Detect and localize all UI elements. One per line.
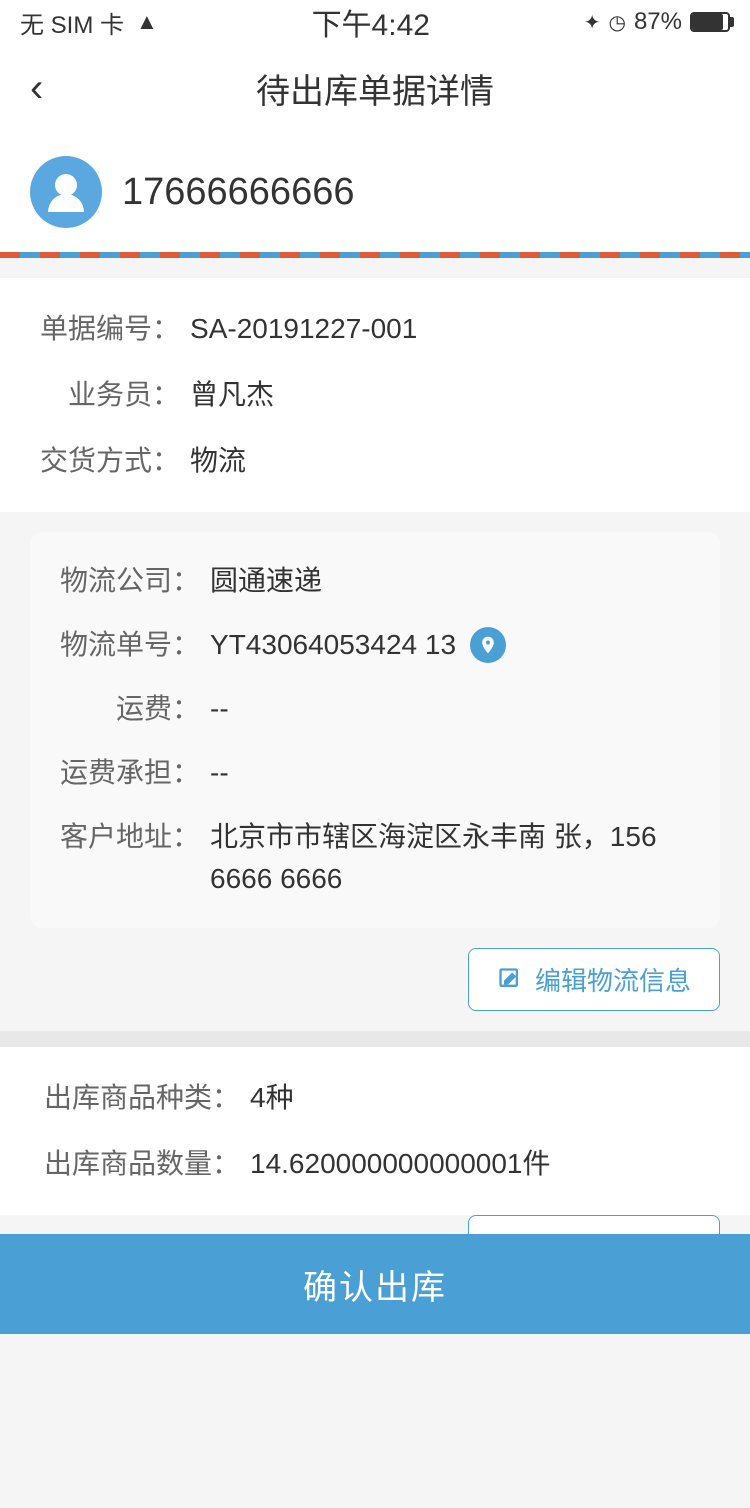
goods-type-value: 4种	[250, 1077, 710, 1119]
status-bar: 无 SIM 卡 ▲ 下午4:42 ✦ ◷ 87%	[0, 0, 750, 44]
address-label: 客户地址：	[60, 816, 200, 858]
location-pin-icon	[478, 635, 498, 655]
delivery-label: 交货方式：	[40, 440, 180, 482]
freight-bear-row: 运费承担： --	[60, 752, 690, 794]
customer-phone: 17666666666	[122, 171, 354, 214]
back-button[interactable]: ‹	[30, 68, 43, 108]
tracking-label: 物流单号：	[60, 624, 200, 666]
tracking-row: 物流单号： YT43064053424 13	[60, 624, 690, 666]
customer-header: 17666666666	[0, 132, 750, 252]
tracking-number: YT43064053424 13	[210, 624, 456, 666]
confirm-btn-wrapper: 确认出库	[0, 1234, 750, 1334]
goods-type-row: 出库商品种类： 4种	[40, 1077, 710, 1119]
goods-quantity-value: 14.620000000000001件	[250, 1143, 710, 1185]
edit-logistics-button[interactable]: 编辑物流信息	[468, 948, 720, 1011]
freight-bear-value: --	[210, 752, 690, 794]
order-number-row: 单据编号： SA-20191227-001	[40, 308, 710, 350]
logistics-company-label: 物流公司：	[60, 560, 200, 602]
order-number-value: SA-20191227-001	[190, 308, 710, 350]
goods-quantity-label: 出库商品数量：	[40, 1143, 240, 1185]
delivery-row: 交货方式： 物流	[40, 440, 710, 482]
nav-bar: ‹ 待出库单据详情	[0, 44, 750, 132]
bottom-spacer	[0, 1308, 750, 1508]
freight-row: 运费： --	[60, 688, 690, 730]
delivery-value: 物流	[190, 440, 710, 482]
track-location-icon[interactable]	[470, 627, 506, 663]
edit-btn-label: 编辑物流信息	[535, 961, 691, 998]
tracking-value: YT43064053424 13	[210, 624, 690, 666]
goods-type-label: 出库商品种类：	[40, 1077, 240, 1119]
goods-section: 出库商品种类： 4种 出库商品数量： 14.620000000000001件	[0, 1047, 750, 1215]
status-left: 无 SIM 卡 ▲	[20, 5, 158, 40]
gray-separator	[0, 1031, 750, 1047]
wifi-icon: ▲	[136, 9, 158, 35]
location-icon: ✦	[584, 10, 601, 35]
logistics-company-row: 物流公司： 圆通速递	[60, 560, 690, 602]
order-number-label: 单据编号：	[40, 308, 180, 350]
battery-percent: 87%	[634, 8, 682, 36]
logistics-company-value: 圆通速递	[210, 560, 690, 602]
freight-bear-label: 运费承担：	[60, 752, 200, 794]
status-right: ✦ ◷ 87%	[584, 8, 730, 36]
logistics-card: 物流公司： 圆通速递 物流单号： YT43064053424 13 运费： --…	[30, 532, 720, 928]
goods-quantity-row: 出库商品数量： 14.620000000000001件	[40, 1143, 710, 1185]
page-title: 待出库单据详情	[256, 64, 494, 113]
order-info-section: 单据编号： SA-20191227-001 业务员： 曾凡杰 交货方式： 物流	[0, 278, 750, 512]
edit-btn-row: 编辑物流信息	[0, 928, 750, 1011]
agent-value: 曾凡杰	[190, 374, 710, 416]
freight-value: --	[210, 688, 690, 730]
agent-row: 业务员： 曾凡杰	[40, 374, 710, 416]
dashed-divider	[0, 252, 750, 258]
status-time: 下午4:42	[312, 0, 430, 44]
address-value: 北京市市辖区海淀区永丰南 张，156 6666 6666	[210, 816, 690, 900]
avatar	[30, 156, 102, 228]
battery-icon	[690, 12, 730, 32]
address-row: 客户地址： 北京市市辖区海淀区永丰南 张，156 6666 6666	[60, 816, 690, 900]
agent-label: 业务员：	[40, 374, 180, 416]
freight-label: 运费：	[60, 688, 200, 730]
confirm-button[interactable]: 确认出库	[0, 1234, 750, 1334]
alarm-icon: ◷	[608, 10, 625, 35]
edit-icon	[497, 966, 525, 994]
battery-fill	[692, 14, 723, 30]
person-icon	[46, 172, 86, 212]
carrier-label: 无 SIM 卡	[20, 5, 124, 40]
